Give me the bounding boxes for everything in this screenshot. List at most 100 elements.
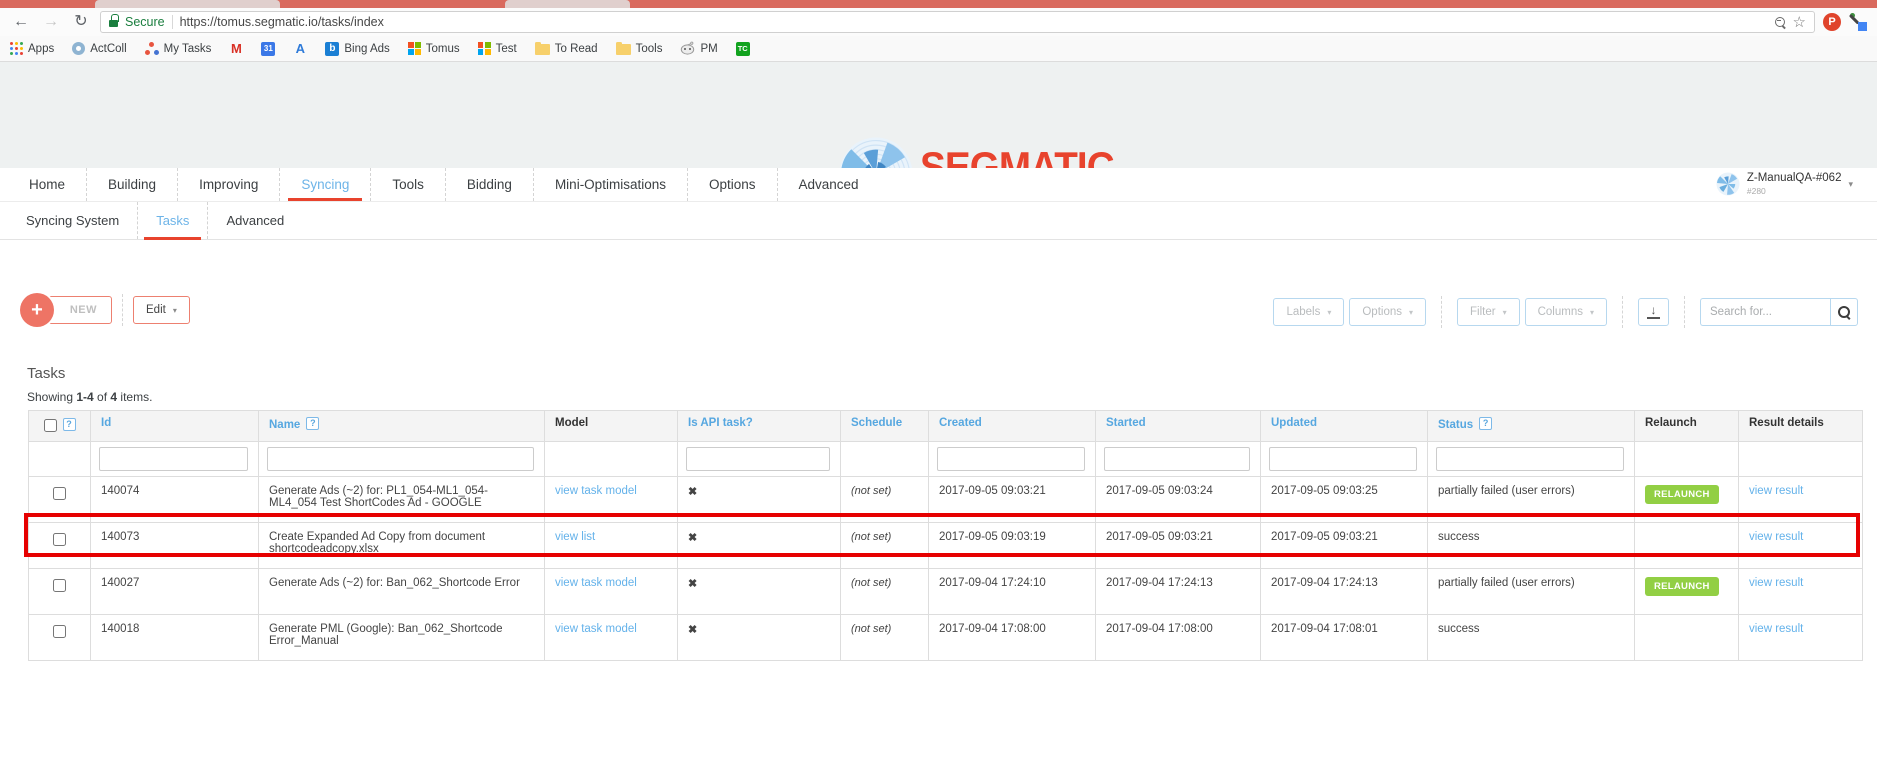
nav-tab-mini-optimisations[interactable]: Mini-Optimisations bbox=[532, 168, 687, 201]
lock-icon[interactable] bbox=[109, 13, 119, 29]
chevron-down-icon: ▾ bbox=[172, 305, 177, 315]
bookmark-actcoll[interactable]: ActColl bbox=[72, 42, 127, 55]
search-box bbox=[1700, 298, 1858, 326]
bookmarks-bar: Apps ActColl My Tasks M 31 A b Bing Ads … bbox=[0, 36, 1877, 62]
nav-tab-options[interactable]: Options bbox=[686, 168, 777, 201]
bookmark-folder-to-read[interactable]: To Read bbox=[534, 41, 598, 55]
subnav-tab-tasks[interactable]: Tasks bbox=[137, 202, 207, 240]
row-checkbox[interactable] bbox=[53, 625, 66, 638]
tiles-icon bbox=[477, 42, 491, 55]
subnav-tab-syncing-system[interactable]: Syncing System bbox=[8, 202, 137, 239]
nav-tab-improving[interactable]: Improving bbox=[177, 168, 279, 201]
view-model-link[interactable]: view task model bbox=[555, 577, 637, 589]
bookmark-test[interactable]: Test bbox=[477, 42, 517, 55]
table-row: 140018 Generate PML (Google): Ban_062_Sh… bbox=[28, 614, 1863, 661]
column-header-updated[interactable]: Updated bbox=[1260, 410, 1428, 442]
is-api-x-icon: ✖ bbox=[677, 522, 841, 569]
url-bar[interactable]: Secure https://tomus.segmatic.io/tasks/i… bbox=[100, 11, 1815, 33]
extension-p-icon[interactable]: P bbox=[1823, 13, 1841, 31]
bookmark-gmail[interactable]: M bbox=[229, 41, 243, 56]
nav-tab-tools[interactable]: Tools bbox=[370, 168, 445, 201]
filter-is-api-input[interactable] bbox=[686, 447, 830, 471]
row-checkbox[interactable] bbox=[53, 579, 66, 592]
bookmark-bing-ads[interactable]: b Bing Ads bbox=[325, 41, 390, 56]
select-all-checkbox[interactable] bbox=[43, 419, 57, 432]
help-icon[interactable]: ? bbox=[1479, 417, 1493, 430]
view-result-link[interactable]: view result bbox=[1749, 485, 1803, 497]
filter-button[interactable]: Filter ▾ bbox=[1457, 298, 1520, 326]
nav-tab-syncing[interactable]: Syncing bbox=[279, 168, 370, 201]
search-input[interactable] bbox=[1700, 298, 1830, 326]
user-menu[interactable]: Z-ManualQA-#062 #280 ▾ bbox=[1716, 172, 1853, 196]
is-api-x-icon: ✖ bbox=[677, 476, 841, 523]
user-name: Z-ManualQA-#062 bbox=[1746, 172, 1842, 185]
filter-started-input[interactable] bbox=[1104, 447, 1250, 471]
relaunch-button[interactable]: RELAUNCH bbox=[1645, 485, 1719, 504]
items-summary: Showing 1-4 of 4 items. bbox=[27, 390, 153, 404]
column-header-id[interactable]: Id bbox=[90, 410, 259, 442]
columns-button[interactable]: Columns ▾ bbox=[1524, 298, 1607, 326]
bookmark-folder-tools[interactable]: Tools bbox=[615, 41, 662, 55]
filter-created-input[interactable] bbox=[937, 447, 1085, 471]
bookmark-calendar[interactable]: 31 bbox=[261, 41, 276, 56]
techcrunch-icon: TC bbox=[735, 41, 750, 56]
table-row-highlighted: 140073 Create Expanded Ad Copy from docu… bbox=[28, 522, 1863, 569]
bookmark-star-icon[interactable]: ☆ bbox=[1793, 15, 1806, 30]
view-result-link[interactable]: view result bbox=[1749, 623, 1803, 635]
bookmark-apps[interactable]: Apps bbox=[10, 42, 54, 55]
search-button[interactable] bbox=[1830, 298, 1858, 326]
column-header-started[interactable]: Started bbox=[1095, 410, 1261, 442]
row-checkbox[interactable] bbox=[53, 487, 66, 500]
url-text[interactable]: https://tomus.segmatic.io/tasks/index bbox=[180, 15, 1768, 29]
view-model-link[interactable]: view task model bbox=[555, 623, 637, 635]
actcoll-favicon-icon bbox=[72, 42, 86, 55]
edit-button[interactable]: Edit ▾ bbox=[133, 296, 190, 324]
subnav-tab-advanced[interactable]: Advanced bbox=[207, 202, 302, 239]
bookmark-tomus[interactable]: Tomus bbox=[407, 42, 460, 55]
bookmark-techcrunch[interactable]: TC bbox=[735, 41, 750, 56]
view-result-link[interactable]: view result bbox=[1749, 577, 1803, 589]
column-header-status[interactable]: Status? bbox=[1427, 410, 1635, 442]
download-button[interactable]: ↓ bbox=[1638, 298, 1669, 326]
view-list-link[interactable]: view list bbox=[555, 531, 595, 543]
view-model-link[interactable]: view task model bbox=[555, 485, 637, 497]
gmail-icon: M bbox=[230, 41, 242, 56]
help-icon[interactable]: ? bbox=[306, 417, 320, 430]
bookmark-pm[interactable]: PM bbox=[680, 41, 718, 56]
column-header-is-api-task[interactable]: Is API task? bbox=[677, 410, 841, 442]
labels-button[interactable]: Labels ▾ bbox=[1273, 298, 1345, 326]
zoom-out-icon[interactable] bbox=[1774, 16, 1786, 28]
help-icon[interactable]: ? bbox=[62, 418, 76, 431]
filter-status-input[interactable] bbox=[1436, 447, 1624, 471]
browser-tab[interactable] bbox=[505, 0, 630, 8]
bookmark-my-tasks[interactable]: My Tasks bbox=[144, 42, 211, 55]
options-button[interactable]: Options ▾ bbox=[1349, 298, 1427, 326]
back-button[interactable]: ← bbox=[10, 14, 32, 30]
is-api-x-icon: ✖ bbox=[677, 614, 841, 661]
bookmark-analytics[interactable]: A bbox=[293, 41, 307, 56]
status-text: success bbox=[1427, 522, 1635, 569]
nav-tab-bidding[interactable]: Bidding bbox=[444, 168, 533, 201]
sub-nav: Syncing System Tasks Advanced bbox=[0, 202, 1877, 240]
filter-updated-input[interactable] bbox=[1269, 447, 1417, 471]
filter-name-input[interactable] bbox=[267, 447, 534, 471]
row-checkbox[interactable] bbox=[53, 533, 66, 546]
nav-tab-advanced[interactable]: Advanced bbox=[776, 168, 880, 201]
filter-id-input[interactable] bbox=[99, 447, 248, 471]
nav-tab-building[interactable]: Building bbox=[86, 168, 177, 201]
forward-button[interactable]: → bbox=[40, 14, 62, 30]
colorpicker-extension-icon[interactable] bbox=[1849, 13, 1867, 31]
nav-tab-home[interactable]: Home bbox=[8, 168, 86, 201]
view-result-link[interactable]: view result bbox=[1749, 531, 1803, 543]
browser-tab[interactable] bbox=[95, 0, 280, 8]
folder-icon bbox=[534, 41, 550, 55]
column-header-schedule[interactable]: Schedule bbox=[840, 410, 929, 442]
column-header-created[interactable]: Created bbox=[928, 410, 1096, 442]
column-header-name[interactable]: Name? bbox=[258, 410, 545, 442]
analytics-icon: A bbox=[295, 41, 306, 56]
plus-icon[interactable]: + bbox=[20, 293, 54, 327]
toolbar: NEW + Edit ▾ Labels ▾ Options ▾ Filter ▾… bbox=[0, 290, 1877, 330]
relaunch-button[interactable]: RELAUNCH bbox=[1645, 577, 1719, 596]
bing-icon: b bbox=[325, 41, 340, 56]
refresh-button[interactable]: ↻ bbox=[70, 14, 92, 30]
